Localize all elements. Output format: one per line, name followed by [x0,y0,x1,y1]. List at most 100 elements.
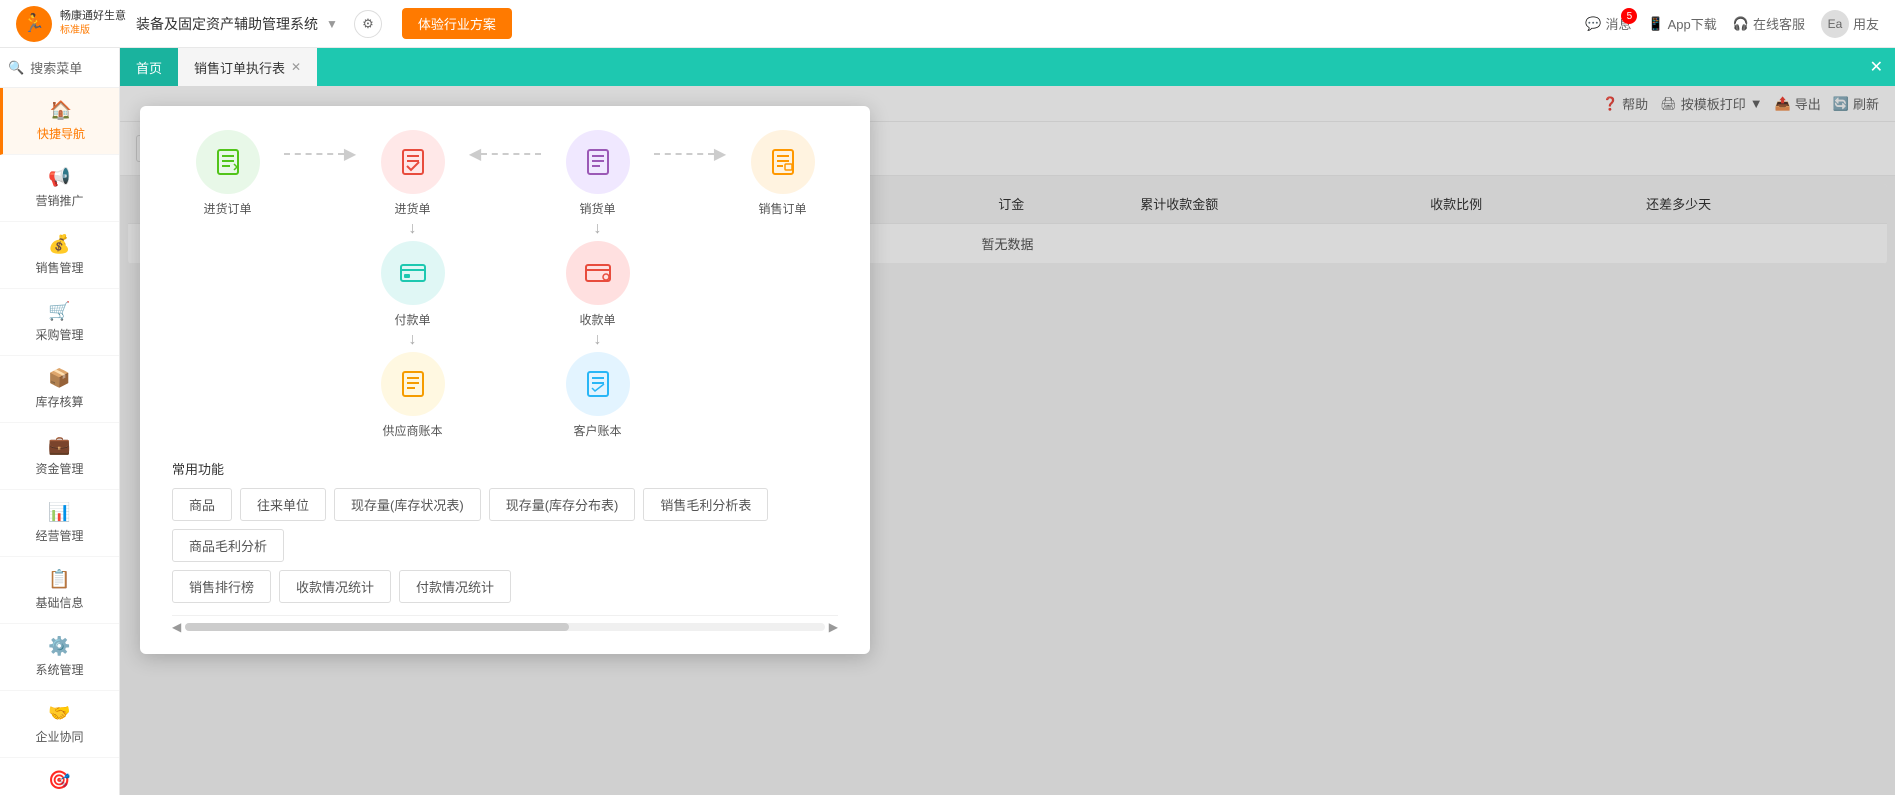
popup-overlay: 进货订单 ▶ [120,86,1895,795]
sales-bill-icon[interactable] [566,130,630,194]
inventory-icon: 📦 [48,368,70,389]
payment-bill-node[interactable]: 付款单 [357,241,468,328]
logo-icon: 🏃 [16,6,52,42]
receipt-bill-icon[interactable] [566,241,630,305]
headset-icon: 🎧 [1733,16,1749,32]
supplier-ledger-node[interactable]: 供应商账本 [357,352,468,439]
newbie-icon: 🎯 [48,770,70,791]
receipt-bill-node[interactable]: 收款单 [542,241,653,328]
sidebar-item-sales[interactable]: 💰 销售管理 [0,222,119,289]
flow-row-arrows-down-2: ↓ ↓ [172,328,838,352]
purchase-bill-label: 进货单 [394,200,430,217]
sales-bill-node[interactable]: 销货单 [542,130,653,217]
tab-close-icon[interactable]: ✕ [291,60,301,74]
sidebar-item-quick-nav[interactable]: 🏠 快捷导航 [0,88,119,155]
supplier-ledger-icon[interactable] [381,352,445,416]
payment-bill-icon[interactable] [381,241,445,305]
popup-box: 进货订单 ▶ [140,106,870,654]
app-download-button[interactable]: 📱 App下载 [1647,14,1716,33]
user-area[interactable]: Ea 用友 [1821,10,1879,38]
home-icon: 🏠 [50,100,72,121]
sales-icon: 💰 [48,234,70,255]
purchase-order-node[interactable]: 进货订单 [172,130,283,217]
tab-sales-exec[interactable]: 销售订单执行表 ✕ [178,48,317,86]
customer-ledger-icon[interactable] [566,352,630,416]
sidebar: 🔍 搜索菜单 🏠 快捷导航 📢 营销推广 💰 销售管理 🛒 采购管理 📦 库存核… [0,48,120,795]
system-dropdown-icon[interactable]: ▼ [326,17,338,31]
supplier-ledger-label: 供应商账本 [382,422,442,439]
tab-bar-close-button[interactable]: ✕ [1858,57,1895,77]
logo-text: 畅康通好生意 标准版 [60,9,126,38]
finance-icon: 💼 [48,435,70,456]
scroll-left-icon[interactable]: ◀ [172,620,181,634]
scroll-thumb [185,623,569,631]
tab-home[interactable]: 首页 [120,48,178,86]
sidebar-item-newbie[interactable]: 🎯 新手引导 [0,758,119,795]
operations-icon: 📊 [48,502,70,523]
flow-diagram: 进货订单 ▶ [172,130,838,439]
logo-area: 🏃 畅康通好生意 标准版 [16,6,136,42]
purchase-icon: 🛒 [48,301,70,322]
search-menu[interactable]: 🔍 搜索菜单 [0,48,119,88]
purchase-bill-icon[interactable] [381,130,445,194]
scroll-track[interactable] [185,623,825,631]
flow-row-3: 供应商账本 客户账本 [172,352,838,439]
cf-product-profit-button[interactable]: 商品毛利分析 [172,529,284,562]
main-layout: 🔍 搜索菜单 🏠 快捷导航 📢 营销推广 💰 销售管理 🛒 采购管理 📦 库存核… [0,48,1895,795]
sidebar-item-enterprise[interactable]: 🤝 企业协同 [0,691,119,758]
sales-order-icon[interactable] [751,130,815,194]
megaphone-icon: 📢 [48,167,70,188]
avatar: Ea [1821,10,1849,38]
arrow-sales-order-spacer: ▶ [653,144,727,204]
header-right: 💬 消息 5 📱 App下载 🎧 在线客服 Ea 用友 [1585,10,1879,38]
tab-bar: 首页 销售订单执行表 ✕ ✕ [120,48,1895,86]
arrow-purchase-to-purchase-bill: ▶ [283,144,357,204]
customer-ledger-node[interactable]: 客户账本 [542,352,653,439]
common-functions: 常用功能 商品 往来单位 现存量(库存状况表) 现存量(库存分布表) 销售毛利分… [172,459,838,603]
sales-order-node[interactable]: 销售订单 [727,130,838,217]
message-button[interactable]: 💬 消息 5 [1585,14,1631,33]
cf-sales-ranking-button[interactable]: 销售排行榜 [172,570,271,603]
sidebar-item-system[interactable]: ⚙️ 系统管理 [0,624,119,691]
purchase-bill-node[interactable]: 进货单 [357,130,468,217]
purchase-order-icon[interactable] [196,130,260,194]
common-functions-title: 常用功能 [172,459,838,478]
sidebar-item-finance[interactable]: 💼 资金管理 [0,423,119,490]
common-functions-row-1: 商品 往来单位 现存量(库存状况表) 现存量(库存分布表) 销售毛利分析表 商品… [172,488,838,562]
customer-ledger-label: 客户账本 [573,422,621,439]
arrow-down-receipt: ↓ [542,328,653,352]
page-content: ❓ 帮助 🖨 按模板打印 ▼ 📤 导出 🔄 刷新 [120,86,1895,795]
online-service-button[interactable]: 🎧 在线客服 [1733,14,1805,33]
sidebar-item-operations[interactable]: 📊 经营管理 [0,490,119,557]
phone-icon: 📱 [1647,16,1663,32]
purchase-order-label: 进货订单 [203,200,251,217]
flow-row-2: 付款单 收款单 [172,241,838,328]
system-title: 装备及固定资产辅助管理系统 [136,14,318,34]
content-area: 首页 销售订单执行表 ✕ ✕ ❓ 帮助 🖨 按模板打印 ▼ [120,48,1895,795]
search-icon: 🔍 [8,60,24,76]
sidebar-item-basic-info[interactable]: 📋 基础信息 [0,557,119,624]
payment-bill-label: 付款单 [394,311,430,328]
cf-stock-dist-button[interactable]: 现存量(库存分布表) [489,488,636,521]
sidebar-item-inventory[interactable]: 📦 库存核算 [0,356,119,423]
cf-contacts-button[interactable]: 往来单位 [240,488,326,521]
system-title-area: 装备及固定资产辅助管理系统 ▼ ⚙ 体验行业方案 [136,8,1585,39]
sidebar-item-marketing[interactable]: 📢 营销推广 [0,155,119,222]
message-icon: 💬 [1585,16,1601,32]
popup-scroll: ◀ ▶ [172,615,838,634]
message-badge: 5 [1621,8,1637,24]
top-header: 🏃 畅康通好生意 标准版 装备及固定资产辅助管理系统 ▼ ⚙ 体验行业方案 💬 … [0,0,1895,48]
receipt-bill-label: 收款单 [579,311,615,328]
cf-payment-stats-button[interactable]: 付款情况统计 [399,570,511,603]
sidebar-item-purchase[interactable]: 🛒 采购管理 [0,289,119,356]
cf-stock-status-button[interactable]: 现存量(库存状况表) [334,488,481,521]
cf-sales-profit-button[interactable]: 销售毛利分析表 [643,488,768,521]
settings-icon[interactable]: ⚙ [354,10,382,38]
enterprise-icon: 🤝 [48,703,70,724]
trial-button[interactable]: 体验行业方案 [402,8,512,39]
cf-product-button[interactable]: 商品 [172,488,232,521]
scroll-right-icon[interactable]: ▶ [829,620,838,634]
sales-order-label: 销售订单 [758,200,806,217]
common-functions-row-2: 销售排行榜 收款情况统计 付款情况统计 [172,570,838,603]
cf-receipt-stats-button[interactable]: 收款情况统计 [279,570,391,603]
